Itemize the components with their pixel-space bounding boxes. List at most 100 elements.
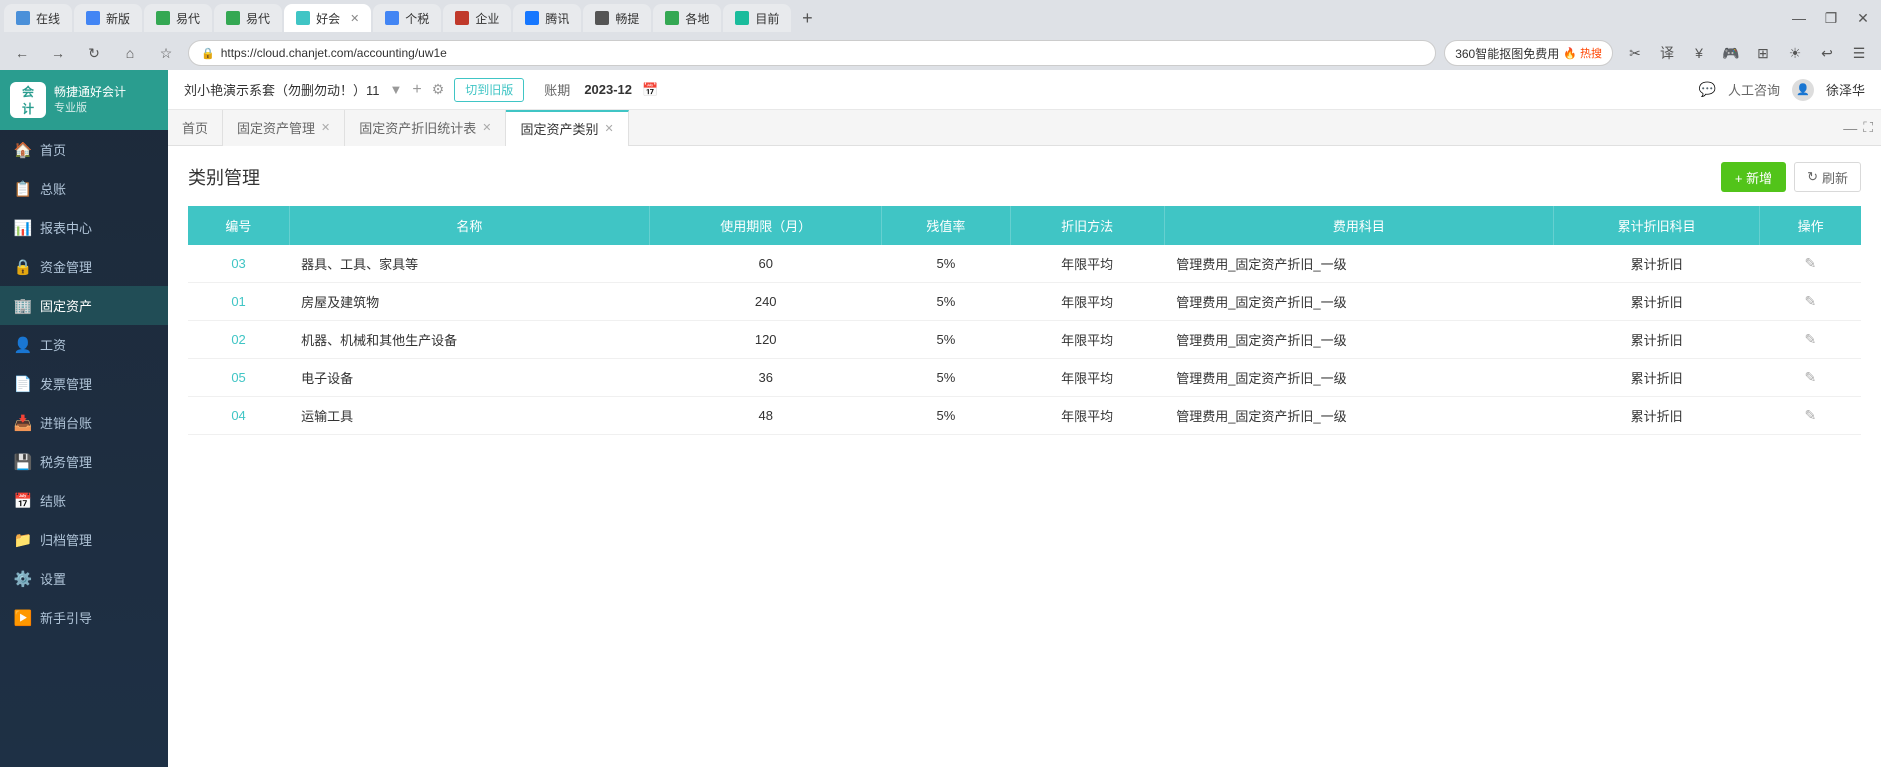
new-tab-btn[interactable]: + — [793, 4, 821, 32]
sidebar-item-home[interactable]: 🏠 首页 — [0, 130, 168, 169]
reload-btn[interactable]: ↻ — [80, 39, 108, 67]
minimize-pane-btn[interactable]: — — [1843, 120, 1857, 136]
menu-icon[interactable]: ☰ — [1845, 39, 1873, 67]
sidebar-item-stock[interactable]: 📥 进销台账 — [0, 403, 168, 442]
forward-btn[interactable]: → — [44, 39, 72, 67]
url-input[interactable]: 🔒 https://cloud.chanjet.com/accounting/u… — [188, 40, 1436, 66]
cell-method: 年限平均 — [1010, 359, 1164, 397]
sidebar-item-label-guide: 新手引导 — [40, 608, 92, 627]
edit-icon[interactable]: ✎ — [1805, 369, 1817, 385]
table-row: 03 器具、工具、家具等 60 5% 年限平均 管理费用_固定资产折旧_一级 累… — [188, 245, 1861, 283]
cell-accum: 累计折旧 — [1554, 359, 1760, 397]
sidebar-item-payroll[interactable]: 👤 工资 — [0, 325, 168, 364]
translate-icon[interactable]: 译 — [1653, 39, 1681, 67]
edit-icon[interactable]: ✎ — [1805, 331, 1817, 347]
sidebar-item-tax[interactable]: 💾 税务管理 — [0, 442, 168, 481]
browser-tab-yidai2[interactable]: 易代 — [214, 4, 282, 32]
browser-tab-muqian[interactable]: 目前 — [723, 4, 791, 32]
browser-tab-zaixin[interactable]: 在线 — [4, 4, 72, 32]
tab-depreciation-close[interactable]: ✕ — [482, 121, 491, 134]
cell-code: 02 — [188, 321, 289, 359]
sidebar-item-report[interactable]: 📊 报表中心 — [0, 208, 168, 247]
tab-depreciation-table[interactable]: 固定资产折旧统计表 ✕ — [345, 110, 506, 146]
browser-tab-geshu[interactable]: 个税 — [373, 4, 441, 32]
table-row: 05 电子设备 36 5% 年限平均 管理费用_固定资产折旧_一级 累计折旧 ✎ — [188, 359, 1861, 397]
lock-icon: 🔒 — [201, 47, 215, 60]
col-months: 使用期限（月） — [650, 206, 882, 245]
sidebar-item-label-stock: 进销台账 — [40, 413, 92, 432]
username: 徐泽华 — [1826, 80, 1865, 99]
sidebar-item-ledger[interactable]: 📋 总账 — [0, 169, 168, 208]
scissors-icon[interactable]: ✂ — [1621, 39, 1649, 67]
sidebar-item-invoice[interactable]: 📄 发票管理 — [0, 364, 168, 403]
invoice-icon: 📄 — [14, 375, 32, 393]
sidebar-item-guide[interactable]: ▶️ 新手引导 — [0, 598, 168, 637]
tab-asset-category-label: 固定资产类别 — [520, 119, 598, 138]
ledger-icon: 📋 — [14, 180, 32, 198]
cell-months: 48 — [650, 397, 882, 435]
back-btn[interactable]: ← — [8, 39, 36, 67]
tab-home[interactable]: 首页 — [168, 110, 223, 146]
browser-tab-tengxun[interactable]: 腾讯 — [513, 4, 581, 32]
browser-tab-changti[interactable]: 畅提 — [583, 4, 651, 32]
grid-icon[interactable]: ⊞ — [1749, 39, 1777, 67]
bookmark-btn[interactable]: ☆ — [152, 39, 180, 67]
edit-icon[interactable]: ✎ — [1805, 407, 1817, 423]
browser-tab-haohui[interactable]: 好会 ✕ — [284, 4, 371, 32]
search-box[interactable]: 360智能抠图免费用 🔥 热搜 — [1444, 40, 1613, 66]
archive-icon: 📁 — [14, 531, 32, 549]
period-value: 2023-12 — [584, 82, 632, 97]
sidebar-item-finance[interactable]: 🔒 资金管理 — [0, 247, 168, 286]
search-label: 360智能抠图免费用 — [1455, 45, 1559, 62]
tab-fixedasset-mgmt[interactable]: 固定资产管理 ✕ — [223, 110, 345, 146]
add-company-btn[interactable]: + — [412, 81, 421, 99]
restore-btn[interactable]: ❐ — [1817, 4, 1845, 32]
sidebar-item-label-finance: 资金管理 — [40, 257, 92, 276]
sidebar-item-label-tax: 税务管理 — [40, 452, 92, 471]
edit-icon[interactable]: ✎ — [1805, 293, 1817, 309]
fixedasset-icon: 🏢 — [14, 297, 32, 315]
wallet-icon[interactable]: ¥ — [1685, 39, 1713, 67]
consult-label[interactable]: 人工咨询 — [1728, 80, 1780, 99]
sidebar-item-label-home: 首页 — [40, 140, 66, 159]
logo-text: 畅捷通好会计 专业版 — [54, 85, 126, 115]
close-account-icon: 📅 — [14, 492, 32, 510]
sidebar-item-close-account[interactable]: 📅 结账 — [0, 481, 168, 520]
expand-pane-btn[interactable]: ⛶ — [1863, 119, 1873, 136]
calendar-icon[interactable]: 📅 — [642, 82, 658, 98]
cell-months: 36 — [650, 359, 882, 397]
sidebar-item-archive[interactable]: 📁 归档管理 — [0, 520, 168, 559]
home-btn[interactable]: ⌂ — [116, 39, 144, 67]
browser-tab-yidai1[interactable]: 易代 — [144, 4, 212, 32]
refresh-btn[interactable]: ↻ 刷新 — [1794, 162, 1861, 192]
hot-tag: 🔥 热搜 — [1563, 45, 1602, 61]
cell-method: 年限平均 — [1010, 245, 1164, 283]
settings-btn[interactable]: ⚙ — [432, 81, 445, 98]
tab-asset-category[interactable]: 固定资产类别 ✕ — [506, 110, 628, 146]
cell-name: 房屋及建筑物 — [289, 283, 649, 321]
game-icon[interactable]: 🎮 — [1717, 39, 1745, 67]
cell-action: ✎ — [1760, 321, 1861, 359]
browser-tab-gedi[interactable]: 各地 — [653, 4, 721, 32]
cell-name: 器具、工具、家具等 — [289, 245, 649, 283]
sidebar-item-settings[interactable]: ⚙️ 设置 — [0, 559, 168, 598]
consult-icon: 💬 — [1699, 81, 1716, 98]
edit-icon[interactable]: ✎ — [1805, 255, 1817, 271]
minimize-btn[interactable]: — — [1785, 4, 1813, 32]
tab-fixedasset-mgmt-close[interactable]: ✕ — [321, 121, 330, 134]
finance-icon: 🔒 — [14, 258, 32, 276]
cell-expense: 管理费用_固定资产折旧_一级 — [1164, 321, 1553, 359]
switch-version-btn[interactable]: 切到旧版 — [454, 78, 524, 102]
theme-icon[interactable]: ☀ — [1781, 39, 1809, 67]
close-btn[interactable]: ✕ — [1849, 4, 1877, 32]
payroll-icon: 👤 — [14, 336, 32, 354]
page-title: 类别管理 — [188, 164, 260, 190]
undo-icon[interactable]: ↩ — [1813, 39, 1841, 67]
sidebar-item-fixedasset[interactable]: 🏢 固定资产 — [0, 286, 168, 325]
tab-asset-category-close[interactable]: ✕ — [605, 122, 614, 135]
tab-close-haohui[interactable]: ✕ — [350, 12, 359, 25]
tab-depreciation-label: 固定资产折旧统计表 — [359, 118, 476, 137]
add-btn[interactable]: + 新增 — [1721, 162, 1786, 192]
browser-tab-xinban[interactable]: 新版 — [74, 4, 142, 32]
browser-tab-qiye[interactable]: 企业 — [443, 4, 511, 32]
